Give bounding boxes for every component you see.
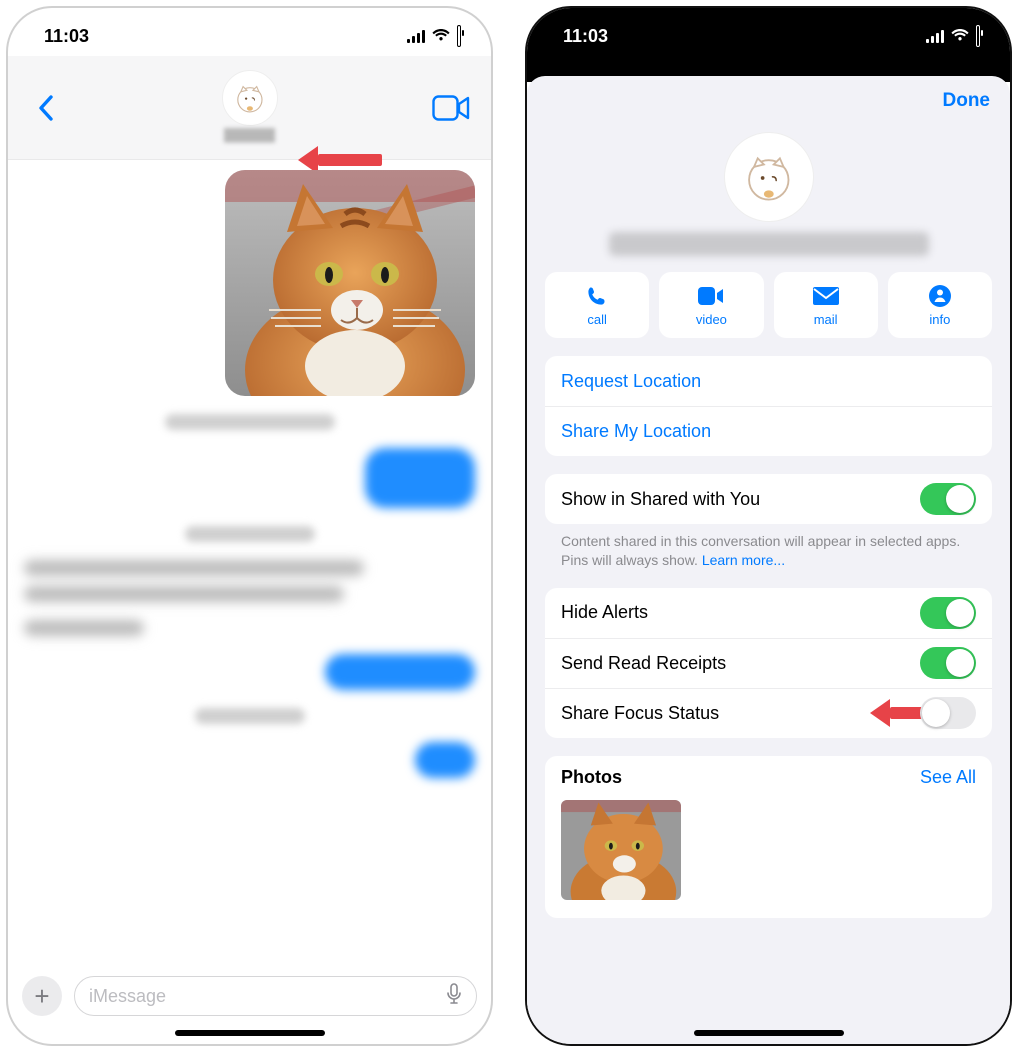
share-focus-status-row: Share Focus Status	[545, 688, 992, 738]
video-icon	[698, 284, 724, 308]
contact-name-redacted	[609, 232, 929, 256]
timestamp-redacted	[195, 708, 305, 724]
home-indicator[interactable]	[694, 1030, 844, 1036]
avatar-icon	[222, 70, 278, 126]
sent-bubble-redacted	[325, 654, 475, 690]
hide-alerts-label: Hide Alerts	[561, 602, 648, 623]
quick-actions: call video mail info	[527, 272, 1010, 338]
photos-section-header: Photos See All	[545, 756, 992, 800]
cellular-signal-icon	[926, 30, 944, 43]
cellular-signal-icon	[407, 30, 425, 43]
action-info-label: info	[929, 312, 950, 327]
wifi-icon	[950, 26, 970, 47]
action-video-label: video	[696, 312, 727, 327]
apps-plus-button[interactable]: +	[22, 976, 62, 1016]
share-focus-status-toggle[interactable]	[920, 697, 976, 729]
message-image-bubble[interactable]	[225, 170, 475, 396]
done-button[interactable]: Done	[943, 90, 991, 112]
received-bubble-redacted	[24, 620, 144, 636]
back-button[interactable]	[26, 88, 66, 128]
location-section: Request Location Share My Location	[545, 356, 992, 456]
status-bar: 11:03	[8, 8, 491, 56]
shared-with-you-label: Show in Shared with You	[561, 489, 760, 510]
read-receipts-row: Send Read Receipts	[545, 638, 992, 688]
action-call[interactable]: call	[545, 272, 649, 338]
photos-section: Photos See All	[545, 756, 992, 918]
status-indicators	[926, 26, 980, 47]
contact-avatar[interactable]	[724, 132, 814, 222]
sent-bubble-redacted	[365, 448, 475, 508]
action-mail-label: mail	[814, 312, 838, 327]
conversation-body[interactable]	[8, 160, 491, 966]
photos-see-all-button[interactable]: See All	[920, 767, 976, 788]
action-info[interactable]: info	[888, 272, 992, 338]
alerts-section: Hide Alerts Send Read Receipts Share Foc…	[545, 588, 992, 738]
phone-icon	[586, 284, 608, 308]
share-my-location-row[interactable]: Share My Location	[545, 406, 992, 456]
hide-alerts-toggle[interactable]	[920, 597, 976, 629]
info-icon	[929, 284, 951, 308]
battery-icon	[457, 26, 461, 47]
home-indicator[interactable]	[175, 1030, 325, 1036]
battery-icon	[976, 26, 980, 47]
read-receipts-label: Send Read Receipts	[561, 653, 726, 674]
dictation-mic-icon[interactable]	[446, 983, 462, 1010]
phone-contact-details: 11:03 Done	[525, 6, 1012, 1046]
read-receipts-toggle[interactable]	[920, 647, 976, 679]
action-video[interactable]: video	[659, 272, 763, 338]
timestamp-redacted	[165, 414, 335, 430]
photos-title: Photos	[561, 767, 622, 788]
message-input[interactable]: iMessage	[74, 976, 477, 1016]
request-location-label: Request Location	[561, 371, 701, 392]
status-time: 11:03	[563, 26, 608, 47]
hide-alerts-row: Hide Alerts	[545, 588, 992, 638]
facetime-video-button[interactable]	[429, 90, 473, 126]
shared-with-you-footnote: Content shared in this conversation will…	[527, 524, 1010, 570]
contact-name-redacted: ██████	[224, 128, 275, 142]
shared-with-you-toggle[interactable]	[920, 483, 976, 515]
contact-header	[527, 126, 1010, 272]
status-time: 11:03	[44, 26, 89, 47]
contact-avatar-button[interactable]: ██████	[222, 70, 278, 142]
sheet-header: Done	[527, 76, 1010, 126]
share-focus-status-label: Share Focus Status	[561, 703, 719, 724]
phone-messages: 11:03	[6, 6, 493, 1046]
conversation-header: ██████	[8, 56, 491, 160]
status-indicators	[407, 26, 461, 47]
message-input-placeholder: iMessage	[89, 986, 166, 1007]
mail-icon	[813, 284, 839, 308]
share-my-location-label: Share My Location	[561, 421, 711, 442]
shared-with-you-section: Show in Shared with You	[545, 474, 992, 524]
learn-more-link[interactable]: Learn more...	[702, 552, 785, 568]
shared-with-you-row: Show in Shared with You	[545, 474, 992, 524]
sent-bubble-redacted	[415, 742, 475, 778]
received-bubble-redacted	[24, 560, 364, 602]
status-bar: 11:03	[527, 8, 1010, 56]
action-mail[interactable]: mail	[774, 272, 878, 338]
request-location-row[interactable]: Request Location	[545, 356, 992, 406]
photo-thumbnail[interactable]	[561, 800, 681, 900]
timestamp-redacted	[185, 526, 315, 542]
action-call-label: call	[587, 312, 607, 327]
wifi-icon	[431, 26, 451, 47]
contact-details-sheet: Done call	[527, 76, 1010, 1044]
